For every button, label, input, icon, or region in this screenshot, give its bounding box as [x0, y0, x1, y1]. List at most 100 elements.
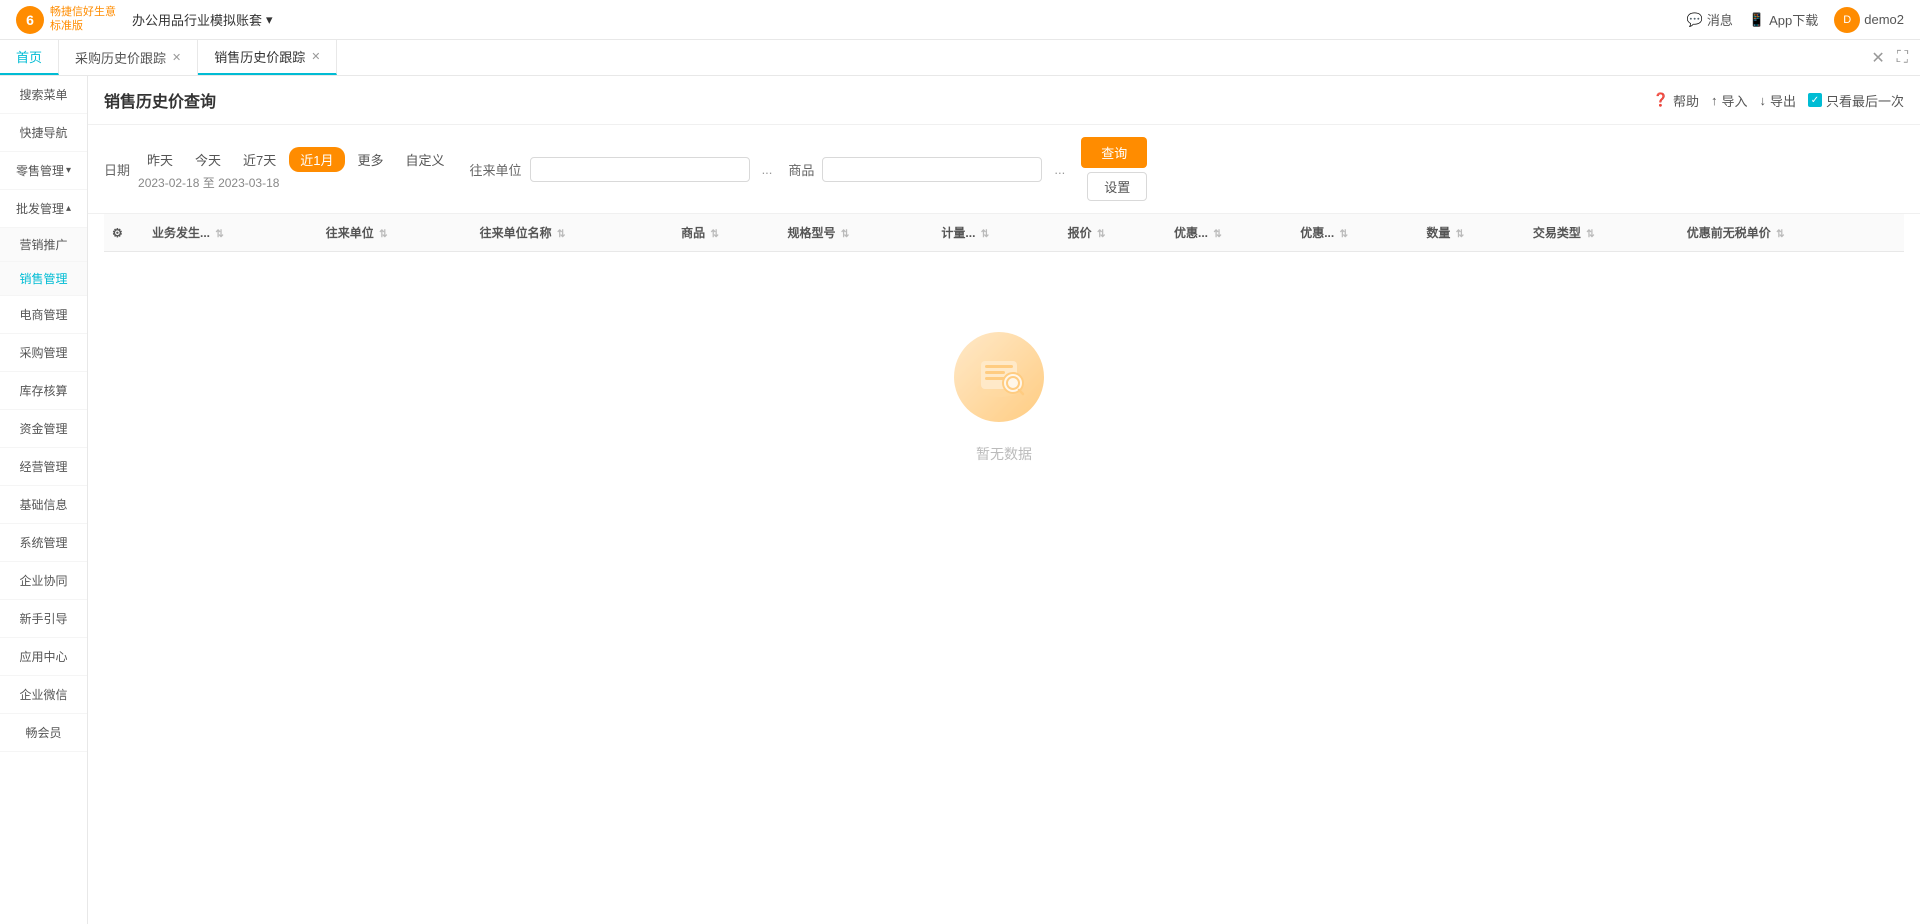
chevron-up-icon: ▴	[66, 203, 71, 214]
tab-home-label: 首页	[16, 47, 42, 66]
sort-icon: ⇅	[1097, 229, 1105, 240]
sidebar-ecommerce-label: 电商管理	[19, 308, 67, 322]
tab-sales[interactable]: 销售历史价跟踪 ✕	[198, 40, 337, 75]
date-label: 日期	[104, 160, 130, 179]
empty-illustration	[954, 332, 1044, 422]
tab-purchase-close[interactable]: ✕	[172, 51, 181, 64]
sidebar-item-ecommerce[interactable]: 电商管理	[0, 296, 87, 334]
th-settings[interactable]: ⚙	[104, 214, 144, 252]
sidebar-item-sales[interactable]: 销售管理	[0, 262, 87, 296]
sidebar-item-basic[interactable]: 基础信息	[0, 486, 87, 524]
only-last-checkbox[interactable]: ✓ 只看最后一次	[1808, 91, 1904, 110]
sidebar-item-appstore[interactable]: 应用中心	[0, 638, 87, 676]
th-discount1[interactable]: 优惠... ⇅	[1166, 214, 1292, 252]
empty-state: 暂无数据	[104, 252, 1904, 544]
app-download-btn[interactable]: 📱 App下载	[1749, 10, 1818, 29]
avatar: D	[1834, 7, 1860, 33]
th-tax-price[interactable]: 优惠前无税单价 ⇅	[1679, 214, 1904, 252]
phone-icon: 📱	[1749, 12, 1765, 28]
th-qty[interactable]: 数量 ⇅	[1418, 214, 1524, 252]
page-title: 销售历史价查询	[104, 88, 216, 112]
tab-sales-close[interactable]: ✕	[311, 50, 320, 63]
sidebar-corp-label: 企业协同	[19, 574, 67, 588]
settings-icon: ⚙	[112, 226, 123, 240]
sidebar-item-inventory[interactable]: 库存核算	[0, 372, 87, 410]
maximize-btn[interactable]: ⛶	[1897, 49, 1908, 67]
action-buttons: 查询 设置	[1081, 137, 1147, 201]
partner-dots-btn[interactable]: ...	[762, 162, 773, 177]
close-all-btn[interactable]: ✕	[1871, 48, 1884, 68]
th-price[interactable]: 报价 ⇅	[1060, 214, 1166, 252]
page-header: 销售历史价查询 ❓ 帮助 ↑ 导入 ↓ 导出 ✓	[88, 76, 1920, 125]
sort-icon: ⇅	[1340, 229, 1348, 240]
chevron-down-icon: ▾	[266, 12, 273, 28]
sort-icon: ⇅	[1213, 229, 1221, 240]
sidebar-item-corp[interactable]: 企业协同	[0, 562, 87, 600]
date-btn-today[interactable]: 今天	[186, 147, 230, 172]
sort-icon: ⇅	[557, 229, 565, 240]
tab-home[interactable]: 首页	[0, 40, 59, 75]
date-btn-custom[interactable]: 自定义	[397, 147, 454, 172]
empty-text: 暂无数据	[976, 444, 1032, 464]
sidebar-item-wechat[interactable]: 企业微信	[0, 676, 87, 714]
sidebar-item-operation[interactable]: 经营管理	[0, 448, 87, 486]
th-spec[interactable]: 规格型号 ⇅	[779, 214, 933, 252]
partner-input[interactable]	[530, 157, 750, 182]
sidebar-item-retail[interactable]: 零售管理 ▾	[0, 152, 87, 190]
sidebar-finance-label: 资金管理	[19, 422, 67, 436]
sidebar-item-member[interactable]: 畅会员	[0, 714, 87, 752]
sort-icon: ⇅	[379, 229, 387, 240]
table-area: ⚙ 业务发生... ⇅ 往来单位 ⇅ 往来单位名称 ⇅	[88, 214, 1920, 560]
tab-purchase[interactable]: 采购历史价跟踪 ✕	[59, 40, 198, 75]
sidebar-search-label: 搜索菜单	[19, 88, 67, 102]
sidebar-item-marketing[interactable]: 营销推广	[0, 228, 87, 262]
th-trade-type[interactable]: 交易类型 ⇅	[1525, 214, 1679, 252]
sort-icon: ⇅	[215, 229, 223, 240]
import-btn[interactable]: ↑ 导入	[1711, 91, 1748, 110]
date-btn-yesterday[interactable]: 昨天	[138, 147, 182, 172]
export-btn[interactable]: ↓ 导出	[1759, 91, 1796, 110]
sidebar-appstore-label: 应用中心	[19, 650, 67, 664]
checkbox-icon: ✓	[1808, 93, 1822, 107]
date-btn-1month[interactable]: 近1月	[289, 147, 344, 172]
goods-input[interactable]	[822, 157, 1042, 182]
sort-icon: ⇅	[841, 229, 849, 240]
page-title-row: 销售历史价查询 ❓ 帮助 ↑ 导入 ↓ 导出 ✓	[104, 88, 1904, 112]
message-icon: 💬	[1687, 12, 1703, 28]
message-btn[interactable]: 💬 消息	[1687, 10, 1733, 29]
account-label: 办公用品行业模拟账套	[132, 10, 262, 29]
help-btn[interactable]: ❓ 帮助	[1653, 91, 1699, 110]
th-goods[interactable]: 商品 ⇅	[673, 214, 779, 252]
sidebar-item-wholesale[interactable]: 批发管理 ▴	[0, 190, 87, 228]
sidebar-item-shortcut[interactable]: 快捷导航	[0, 114, 87, 152]
topbar-right: 💬 消息 📱 App下载 D demo2	[1687, 7, 1904, 33]
sidebar: 搜索菜单 快捷导航 零售管理 ▾ 批发管理 ▴ 营销推广 销售管理 电商管理 采…	[0, 76, 88, 924]
sidebar-basic-label: 基础信息	[19, 498, 67, 512]
account-selector[interactable]: 办公用品行业模拟账套 ▾	[124, 6, 281, 33]
th-biz-date[interactable]: 业务发生... ⇅	[144, 214, 318, 252]
th-partner-code[interactable]: 往来单位 ⇅	[318, 214, 472, 252]
settings-button[interactable]: 设置	[1087, 172, 1147, 201]
th-partner-name[interactable]: 往来单位名称 ⇅	[472, 214, 673, 252]
sidebar-item-search[interactable]: 搜索菜单	[0, 76, 87, 114]
th-discount2[interactable]: 优惠... ⇅	[1292, 214, 1418, 252]
table-header: ⚙ 业务发生... ⇅ 往来单位 ⇅ 往来单位名称 ⇅	[104, 214, 1904, 252]
sidebar-system-label: 系统管理	[19, 536, 67, 550]
date-btn-more[interactable]: 更多	[349, 147, 393, 172]
user-menu[interactable]: D demo2	[1834, 7, 1904, 33]
date-btn-7days[interactable]: 近7天	[234, 147, 285, 172]
sidebar-item-system[interactable]: 系统管理	[0, 524, 87, 562]
date-buttons: 昨天 今天 近7天 近1月 更多 自定义	[138, 147, 454, 172]
logo-text: 畅捷信好生意 标准版	[50, 6, 116, 32]
search-button[interactable]: 查询	[1081, 137, 1147, 168]
sidebar-item-purchase[interactable]: 采购管理	[0, 334, 87, 372]
sort-icon: ⇅	[710, 229, 718, 240]
tabbar: 首页 采购历史价跟踪 ✕ 销售历史价跟踪 ✕ ✕ ⛶	[0, 40, 1920, 76]
sidebar-item-guide[interactable]: 新手引导	[0, 600, 87, 638]
sidebar-retail-label: 零售管理	[16, 162, 64, 179]
sidebar-item-finance[interactable]: 资金管理	[0, 410, 87, 448]
sort-icon: ⇅	[1776, 229, 1784, 240]
sidebar-member-label: 畅会员	[25, 726, 61, 740]
th-unit[interactable]: 计量... ⇅	[933, 214, 1059, 252]
goods-dots-btn[interactable]: ...	[1054, 162, 1065, 177]
